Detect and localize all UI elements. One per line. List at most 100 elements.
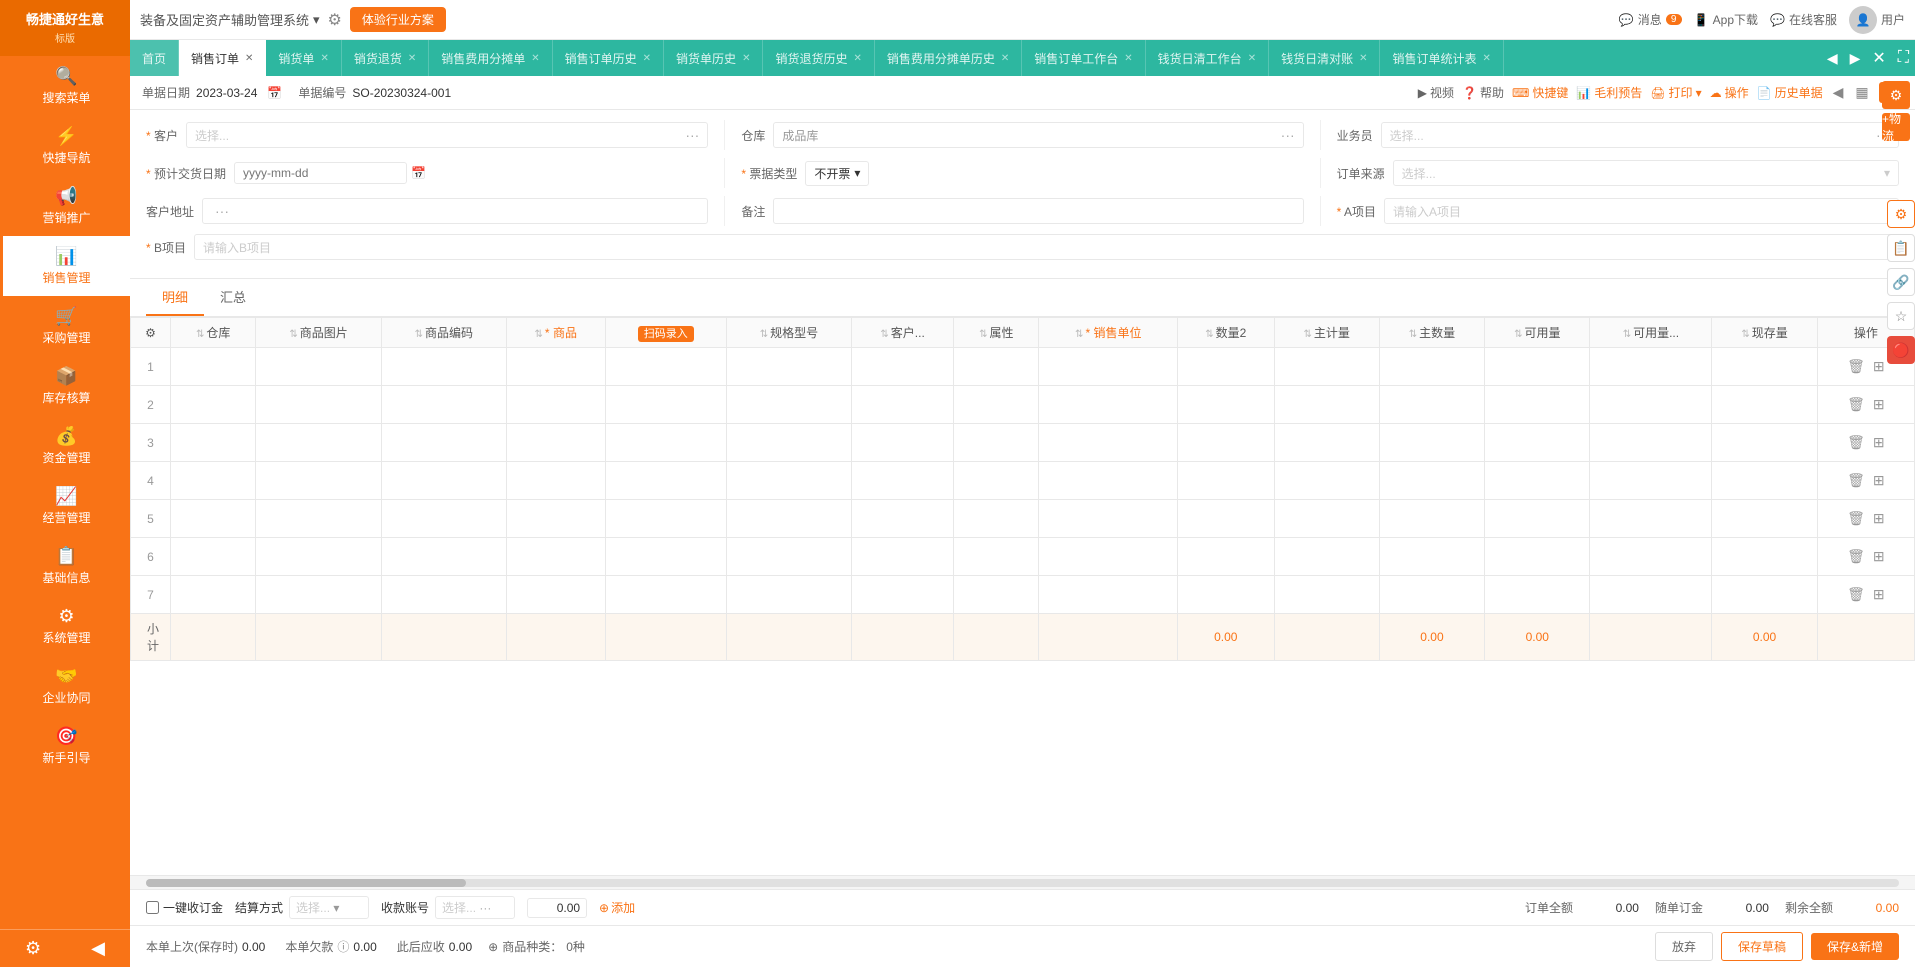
warehouse-input[interactable]: 成品库 ··· xyxy=(773,122,1303,148)
cell-7-stock[interactable] xyxy=(1712,576,1817,614)
col-header-spec[interactable]: ⇅规格型号 xyxy=(726,318,851,348)
tab-close-6[interactable]: ✕ xyxy=(742,53,750,64)
cell-2-main_unit[interactable] xyxy=(1274,386,1379,424)
cell-4-product[interactable] xyxy=(506,462,605,500)
sidebar-item-finance[interactable]: 💰 资金管理 xyxy=(0,416,130,476)
tabbar-right-arrow[interactable]: ▶ xyxy=(1844,50,1867,67)
col-header-setting[interactable]: ⚙ xyxy=(131,318,171,348)
cell-4-available[interactable] xyxy=(1485,462,1590,500)
cell-1-main_qty[interactable] xyxy=(1379,348,1484,386)
cell-7-barcode[interactable] xyxy=(605,576,726,614)
tab-8[interactable]: 销售费用分摊单历史✕ xyxy=(875,40,1022,76)
cell-2-product_code[interactable] xyxy=(381,386,506,424)
cell-3-product[interactable] xyxy=(506,424,605,462)
sidebar-item-inventory[interactable]: 📦 库存核算 xyxy=(0,356,130,416)
cell-7-unit[interactable] xyxy=(1039,576,1178,614)
cell-3-warehouse[interactable] xyxy=(171,424,256,462)
tab-close-2[interactable]: ✕ xyxy=(320,53,328,64)
settings-panel-btn[interactable]: ⚙ xyxy=(1882,81,1910,109)
salesperson-input[interactable]: 选择... ··· xyxy=(1381,122,1899,148)
cell-4-available2[interactable] xyxy=(1590,462,1712,500)
b-project-input[interactable]: 请输入B项目 xyxy=(194,234,1899,260)
cell-6-warehouse[interactable] xyxy=(171,538,256,576)
cell-1-product[interactable] xyxy=(506,348,605,386)
cell-5-main_qty[interactable] xyxy=(1379,500,1484,538)
cell-2-barcode[interactable] xyxy=(605,386,726,424)
tab-10[interactable]: 钱货日清工作台✕ xyxy=(1146,40,1269,76)
tab-close-5[interactable]: ✕ xyxy=(643,53,651,64)
row-copy-btn-2[interactable]: ⊞ xyxy=(1871,394,1887,415)
save-new-button[interactable]: 保存&新增 xyxy=(1811,933,1899,960)
delivery-date-icon[interactable]: 📅 xyxy=(411,166,426,180)
cell-5-available2[interactable] xyxy=(1590,500,1712,538)
date-value[interactable]: 2023-03-24 xyxy=(196,86,257,100)
cell-6-product_code[interactable] xyxy=(381,538,506,576)
cell-6-product_image[interactable] xyxy=(256,538,381,576)
shortcut-btn[interactable]: ⌨ 快捷键 xyxy=(1512,84,1568,101)
cell-7-warehouse[interactable] xyxy=(171,576,256,614)
side-icon-2[interactable]: 📋 xyxy=(1887,234,1915,262)
address-dots[interactable]: ··· xyxy=(215,203,229,219)
barcode-btn[interactable]: 扫码录入 xyxy=(638,326,694,342)
expand-btn[interactable]: ◀ xyxy=(1831,82,1846,103)
tab-close-7[interactable]: ✕ xyxy=(853,53,861,64)
col-header-main_unit[interactable]: ⇅主计量 xyxy=(1274,318,1379,348)
sidebar-item-system[interactable]: ⚙ 系统管理 xyxy=(0,596,130,656)
cell-5-product_code[interactable] xyxy=(381,500,506,538)
cell-7-available[interactable] xyxy=(1485,576,1590,614)
form-tab-1[interactable]: 汇总 xyxy=(204,279,262,316)
cell-3-unit[interactable] xyxy=(1039,424,1178,462)
cell-4-qty2[interactable] xyxy=(1178,462,1274,500)
cell-4-unit[interactable] xyxy=(1039,462,1178,500)
cell-2-warehouse[interactable] xyxy=(171,386,256,424)
cell-3-stock[interactable] xyxy=(1712,424,1817,462)
cell-1-available[interactable] xyxy=(1485,348,1590,386)
customer-input[interactable]: 选择... ··· xyxy=(186,122,708,148)
cell-6-barcode[interactable] xyxy=(605,538,726,576)
cell-5-available[interactable] xyxy=(1485,500,1590,538)
cell-3-barcode[interactable] xyxy=(605,424,726,462)
sidebar-item-operations[interactable]: 📈 经营管理 xyxy=(0,476,130,536)
cell-4-main_qty[interactable] xyxy=(1379,462,1484,500)
bank-account-select[interactable]: 选择... ··· xyxy=(435,896,515,919)
invoice-type-select[interactable]: 不开票 ▾ xyxy=(805,161,869,186)
cell-1-stock[interactable] xyxy=(1712,348,1817,386)
col-header-warehouse[interactable]: ⇅仓库 xyxy=(171,318,256,348)
customer-dots[interactable]: ··· xyxy=(685,127,699,143)
cell-1-available2[interactable] xyxy=(1590,348,1712,386)
save-draft-button[interactable]: 保存草稿 xyxy=(1721,932,1803,961)
cell-3-spec[interactable] xyxy=(726,424,851,462)
cell-5-qty2[interactable] xyxy=(1178,500,1274,538)
col-header-barcode[interactable]: 扫码录入 xyxy=(605,318,726,348)
tab-close-1[interactable]: ✕ xyxy=(245,53,253,64)
cell-1-main_unit[interactable] xyxy=(1274,348,1379,386)
print-btn[interactable]: 🖨 打印 ▾ xyxy=(1650,84,1701,101)
cell-5-unit[interactable] xyxy=(1039,500,1178,538)
side-icon-5[interactable]: 🔴 xyxy=(1887,336,1915,364)
cell-5-barcode[interactable] xyxy=(605,500,726,538)
online-service[interactable]: 💬 在线客服 xyxy=(1770,11,1837,28)
history-btn[interactable]: 📄 历史单据 xyxy=(1757,84,1823,101)
row-copy-btn-6[interactable]: ⊞ xyxy=(1871,546,1887,567)
col-header-product_code[interactable]: ⇅商品编码 xyxy=(381,318,506,348)
cell-5-main_unit[interactable] xyxy=(1274,500,1379,538)
row-copy-btn-4[interactable]: ⊞ xyxy=(1871,470,1887,491)
sidebar-item-enterprise[interactable]: 🤝 企业协同 xyxy=(0,656,130,716)
cell-5-attribute[interactable] xyxy=(954,500,1039,538)
cell-2-available[interactable] xyxy=(1485,386,1590,424)
cell-3-product_image[interactable] xyxy=(256,424,381,462)
col-header-product[interactable]: ⇅* 商品 xyxy=(506,318,605,348)
col-header-customer_info[interactable]: ⇅客户... xyxy=(852,318,954,348)
footer-add-btn[interactable]: ⊕ 添加 xyxy=(599,899,635,916)
cell-7-product[interactable] xyxy=(506,576,605,614)
tab-6[interactable]: 销货单历史✕ xyxy=(664,40,763,76)
row-delete-btn-3[interactable]: 🗑 xyxy=(1845,432,1867,453)
row-copy-btn-5[interactable]: ⊞ xyxy=(1871,508,1887,529)
row-delete-btn-5[interactable]: 🗑 xyxy=(1845,508,1867,529)
cell-2-stock[interactable] xyxy=(1712,386,1817,424)
row-copy-btn-3[interactable]: ⊞ xyxy=(1871,432,1887,453)
cell-7-product_image[interactable] xyxy=(256,576,381,614)
cell-1-customer_info[interactable] xyxy=(852,348,954,386)
tabbar-expand-btn[interactable]: ✕ xyxy=(1866,48,1891,68)
sidebar-item-basic-info[interactable]: 📋 基础信息 xyxy=(0,536,130,596)
